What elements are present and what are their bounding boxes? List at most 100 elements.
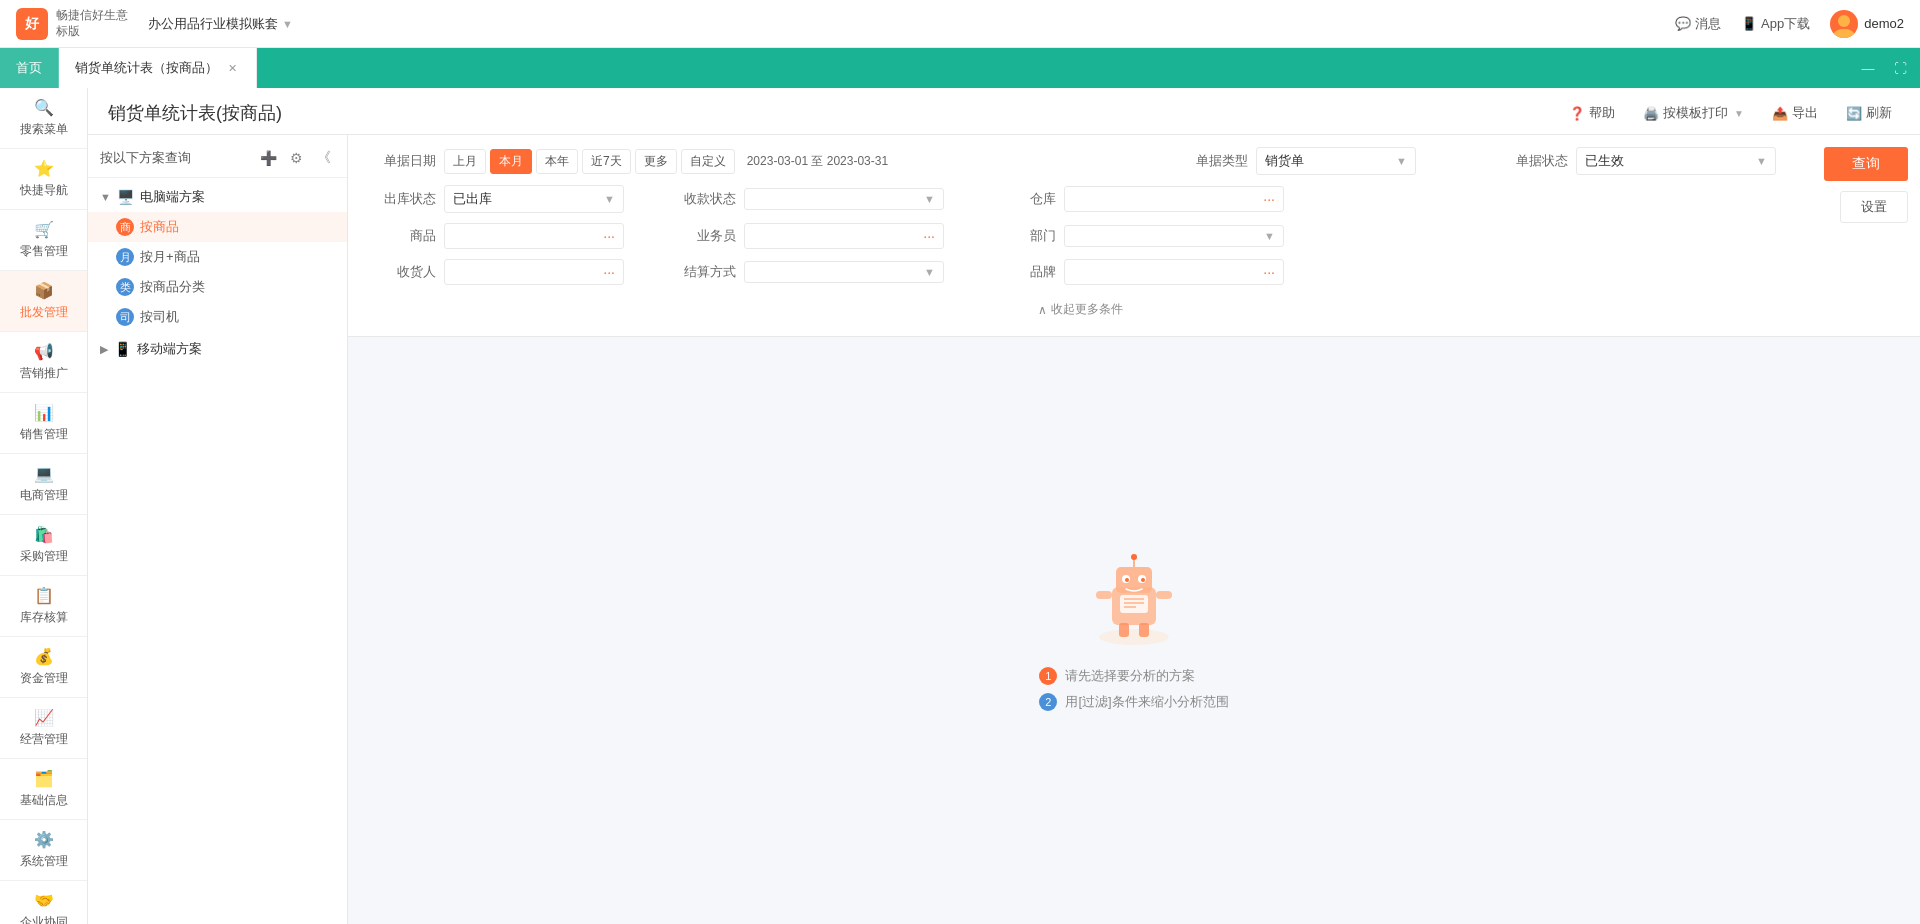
tab-maximize-button[interactable]: ⛶ — [1888, 56, 1912, 80]
goods-dots[interactable]: ··· — [603, 228, 615, 244]
out-status-control: 已出库 ▼ — [444, 185, 644, 213]
dept-label: 部门 — [984, 227, 1064, 245]
date-btn-7days[interactable]: 近7天 — [582, 149, 631, 174]
scheme-item-by-month-goods[interactable]: 月 按月+商品 — [88, 242, 347, 272]
doc-status-label: 单据状态 — [1496, 152, 1576, 170]
sidebar-item-finance[interactable]: 💰 资金管理 — [0, 637, 87, 698]
sidebar-item-corp[interactable]: 🤝 企业协同 — [0, 881, 87, 924]
search-icon: 🔍 — [34, 98, 54, 117]
collapse-filter-button[interactable]: ∧ 收起更多条件 — [364, 295, 1796, 324]
salesperson-label: 业务员 — [664, 227, 744, 245]
warehouse-dots[interactable]: ··· — [1263, 191, 1275, 207]
dept-select[interactable]: ▼ — [1064, 225, 1284, 247]
date-btn-more[interactable]: 更多 — [635, 149, 677, 174]
sidebar-item-ecom[interactable]: 💻 电商管理 — [0, 454, 87, 515]
chevron-down-icon: ▼ — [1264, 230, 1275, 242]
payment-status-control: ▼ — [744, 188, 964, 210]
warehouse-input[interactable]: ··· — [1064, 186, 1284, 212]
salesperson-dots[interactable]: ··· — [923, 228, 935, 244]
tabbar-actions: — ⛶ — [1856, 56, 1920, 80]
settlement-select[interactable]: ▼ — [744, 261, 944, 283]
out-status-select[interactable]: 已出库 ▼ — [444, 185, 624, 213]
filter-right-layout: 单据日期 上月 本月 本年 近7天 更多 自定义 2023-03-01 至 20… — [348, 135, 1920, 337]
empty-step-1: 1 请先选择要分析的方案 — [1039, 663, 1228, 689]
help-button[interactable]: ❓ 帮助 — [1561, 100, 1623, 126]
sidebar-item-purchase[interactable]: 🛍️ 采购管理 — [0, 515, 87, 576]
receiver-input[interactable]: ··· — [444, 259, 624, 285]
date-btn-last-month[interactable]: 上月 — [444, 149, 486, 174]
desktop-group-header[interactable]: ▼ 🖥️ 电脑端方案 — [88, 182, 347, 212]
mobile-group-header[interactable]: ▶ 📱 移动端方案 — [88, 334, 347, 364]
tab-minimize-button[interactable]: — — [1856, 56, 1880, 80]
query-area: 1 请先选择要分析的方案 2 用[过滤]条件来缩小分析范围 — [348, 337, 1920, 924]
add-scheme-button[interactable]: ➕ — [257, 147, 279, 169]
receiver-control: ··· — [444, 259, 644, 285]
receiver-dots[interactable]: ··· — [603, 264, 615, 280]
tab-home[interactable]: 首页 — [0, 48, 59, 88]
industry-select[interactable]: 办公用品行业模拟账套 ▼ — [140, 11, 301, 37]
sidebar-item-marketing[interactable]: 📢 营销推广 — [0, 332, 87, 393]
sidebar-item-base[interactable]: 🗂️ 基础信息 — [0, 759, 87, 820]
app-download-button[interactable]: 📱 App下载 — [1741, 15, 1810, 33]
sidebar-item-biz[interactable]: 📈 经营管理 — [0, 698, 87, 759]
inventory-icon: 📋 — [34, 586, 54, 605]
filter-main: 单据日期 上月 本月 本年 近7天 更多 自定义 2023-03-01 至 20… — [348, 135, 1812, 336]
minus-icon: — — [1862, 61, 1875, 76]
tab-report[interactable]: 销货单统计表（按商品） ✕ — [59, 48, 257, 88]
user-profile[interactable]: demo2 — [1830, 10, 1904, 38]
scheme-item-by-category[interactable]: 类 按商品分类 — [88, 272, 347, 302]
salesperson-input[interactable]: ··· — [744, 223, 944, 249]
export-button[interactable]: 📤 导出 — [1764, 100, 1826, 126]
filter-row-4: 收货人 ··· 结算方式 ▼ — [364, 259, 1796, 285]
out-status-label: 出库状态 — [364, 190, 444, 208]
doc-status-select[interactable]: 已生效 ▼ — [1576, 147, 1776, 175]
logo-area: 好 畅捷信好生意 标版 — [16, 8, 128, 40]
sidebar-item-inventory[interactable]: 📋 库存核算 — [0, 576, 87, 637]
svg-point-10 — [1131, 554, 1137, 560]
sidebar-item-sales[interactable]: 📊 销售管理 — [0, 393, 87, 454]
empty-illustration — [1084, 547, 1184, 647]
salesperson-control: ··· — [744, 223, 964, 249]
settings-button[interactable]: 设置 — [1840, 191, 1908, 223]
sidebar: 🔍 搜索菜单 ⭐ 快捷导航 🛒 零售管理 📦 批发管理 📢 营销推广 📊 销售管… — [0, 88, 88, 924]
doc-type-select[interactable]: 销货单 ▼ — [1256, 147, 1416, 175]
print-button[interactable]: 🖨️ 按模板打印 ▼ — [1635, 100, 1752, 126]
desktop-scheme-group: ▼ 🖥️ 电脑端方案 商 按商品 月 按月+商品 类 按商品分类 — [88, 182, 347, 332]
main-content: 单据日期 上月 本月 本年 近7天 更多 自定义 2023-03-01 至 20… — [348, 135, 1920, 924]
settings-scheme-button[interactable]: ⚙ — [285, 147, 307, 169]
doc-status-control: 已生效 ▼ — [1576, 147, 1796, 175]
step-2-num: 2 — [1039, 693, 1057, 711]
sidebar-item-search[interactable]: 🔍 搜索菜单 — [0, 88, 87, 149]
payment-status-select[interactable]: ▼ — [744, 188, 944, 210]
avatar — [1830, 10, 1858, 38]
date-btn-custom[interactable]: 自定义 — [681, 149, 735, 174]
cart-icon: 🛒 — [34, 220, 54, 239]
help-icon: ❓ — [1569, 106, 1585, 121]
scheme-icon: 月 — [116, 248, 134, 266]
sidebar-item-retail[interactable]: 🛒 零售管理 — [0, 210, 87, 271]
left-panel-header: 按以下方案查询 ➕ ⚙ 《 — [88, 143, 347, 178]
collapse-panel-button[interactable]: 《 — [313, 147, 335, 169]
sidebar-item-system[interactable]: ⚙️ 系统管理 — [0, 820, 87, 881]
brand-input[interactable]: ··· — [1064, 259, 1284, 285]
marketing-icon: 📢 — [34, 342, 54, 361]
date-btn-this-month[interactable]: 本月 — [490, 149, 532, 174]
base-icon: 🗂️ — [34, 769, 54, 788]
date-btn-this-year[interactable]: 本年 — [536, 149, 578, 174]
finance-icon: 💰 — [34, 647, 54, 666]
brand-dots[interactable]: ··· — [1263, 264, 1275, 280]
query-button[interactable]: 查询 — [1824, 147, 1908, 181]
refresh-button[interactable]: 🔄 刷新 — [1838, 100, 1900, 126]
content-area: 销货单统计表(按商品) ❓ 帮助 🖨️ 按模板打印 ▼ 📤 导出 🔄 刷新 — [88, 88, 1920, 924]
scheme-item-by-clerk[interactable]: 司 按司机 — [88, 302, 347, 332]
scheme-item-by-goods[interactable]: 商 按商品 — [88, 212, 347, 242]
chevron-down-icon: ▼ — [282, 18, 293, 30]
sidebar-item-wholesale[interactable]: 📦 批发管理 — [0, 271, 87, 332]
tab-close-icon[interactable]: ✕ — [224, 60, 240, 76]
goods-input[interactable]: ··· — [444, 223, 624, 249]
message-button[interactable]: 💬 消息 — [1675, 15, 1721, 33]
doc-type-control: 销货单 ▼ — [1256, 147, 1476, 175]
topbar: 好 畅捷信好生意 标版 办公用品行业模拟账套 ▼ 💬 消息 📱 App下载 de… — [0, 0, 1920, 48]
empty-step-2: 2 用[过滤]条件来缩小分析范围 — [1039, 689, 1228, 715]
sidebar-item-quick-nav[interactable]: ⭐ 快捷导航 — [0, 149, 87, 210]
